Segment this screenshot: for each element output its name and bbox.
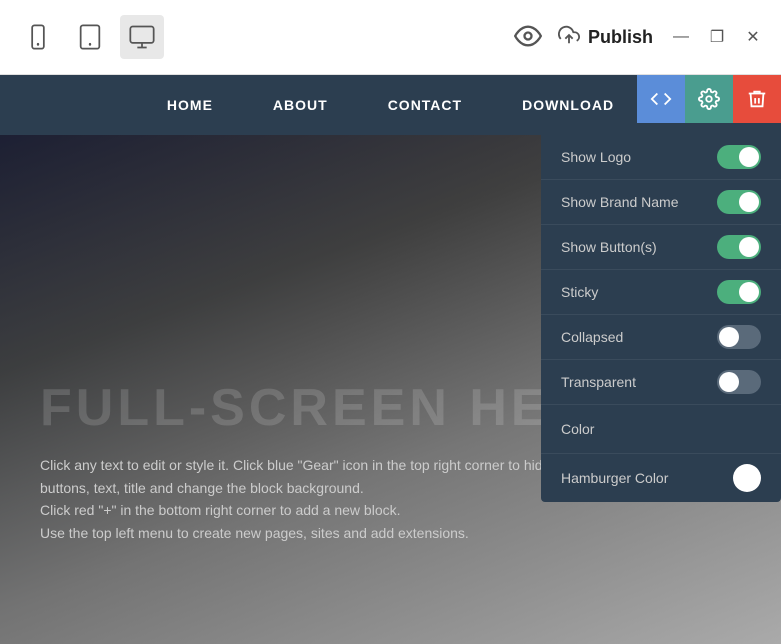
toggle-2[interactable] xyxy=(717,235,761,259)
toggle-3[interactable] xyxy=(717,280,761,304)
nav-item-download[interactable]: DOWNLOAD xyxy=(522,97,614,113)
nav-item-contact[interactable]: CONTACT xyxy=(388,97,462,113)
mobile-device-button[interactable] xyxy=(16,15,60,59)
window-controls: — ❐ ✕ xyxy=(669,25,765,49)
navbar: HOME ABOUT CONTACT DOWNLOAD xyxy=(0,75,781,135)
color-swatch-7[interactable] xyxy=(733,464,761,492)
toggle-4[interactable] xyxy=(717,325,761,349)
dropdown-row-5[interactable]: Transparent xyxy=(541,360,781,405)
nav-item-about[interactable]: ABOUT xyxy=(273,97,328,113)
dropdown-label-5: Transparent xyxy=(561,374,636,390)
dropdown-row-0[interactable]: Show Logo xyxy=(541,135,781,180)
dropdown-label-6: Color xyxy=(561,421,594,437)
dropdown-label-0: Show Logo xyxy=(561,149,631,165)
nav-toolbar xyxy=(637,75,781,123)
publish-icon xyxy=(558,24,580,51)
code-tool-button[interactable] xyxy=(637,75,685,123)
dropdown-row-6[interactable]: Color xyxy=(541,405,781,454)
settings-dropdown: Show Logo Show Brand Name Show Button(s) St… xyxy=(541,135,781,502)
dropdown-row-2[interactable]: Show Button(s) xyxy=(541,225,781,270)
publish-label: Publish xyxy=(588,27,653,48)
tablet-device-button[interactable] xyxy=(68,15,112,59)
preview-button[interactable] xyxy=(514,22,542,53)
delete-tool-button[interactable] xyxy=(733,75,781,123)
hero-line2: Click red "+" in the bottom right corner… xyxy=(40,502,401,518)
color-swatch-6[interactable] xyxy=(733,415,761,443)
toggle-0[interactable] xyxy=(717,145,761,169)
nav-item-home[interactable]: HOME xyxy=(167,97,213,113)
settings-tool-button[interactable] xyxy=(685,75,733,123)
dropdown-row-3[interactable]: Sticky xyxy=(541,270,781,315)
dropdown-label-4: Collapsed xyxy=(561,329,623,345)
desktop-device-button[interactable] xyxy=(120,15,164,59)
dropdown-label-3: Sticky xyxy=(561,284,598,300)
dropdown-label-2: Show Button(s) xyxy=(561,239,657,255)
dropdown-row-1[interactable]: Show Brand Name xyxy=(541,180,781,225)
dropdown-row-4[interactable]: Collapsed xyxy=(541,315,781,360)
close-button[interactable]: ✕ xyxy=(741,25,765,49)
hero-line1: Click any text to edit or style it. Clic… xyxy=(40,457,587,495)
dropdown-label-1: Show Brand Name xyxy=(561,194,679,210)
publish-button[interactable]: Publish xyxy=(558,24,653,51)
dropdown-label-7: Hamburger Color xyxy=(561,470,668,486)
toggle-5[interactable] xyxy=(717,370,761,394)
device-icons xyxy=(16,15,164,59)
toggle-1[interactable] xyxy=(717,190,761,214)
maximize-button[interactable]: ❐ xyxy=(705,25,729,49)
minimize-button[interactable]: — xyxy=(669,25,693,49)
dropdown-row-7[interactable]: Hamburger Color xyxy=(541,454,781,502)
top-right-controls: Publish — ❐ ✕ xyxy=(514,22,765,53)
top-bar: Publish — ❐ ✕ xyxy=(0,0,781,75)
hero-line3: Use the top left menu to create new page… xyxy=(40,525,469,541)
